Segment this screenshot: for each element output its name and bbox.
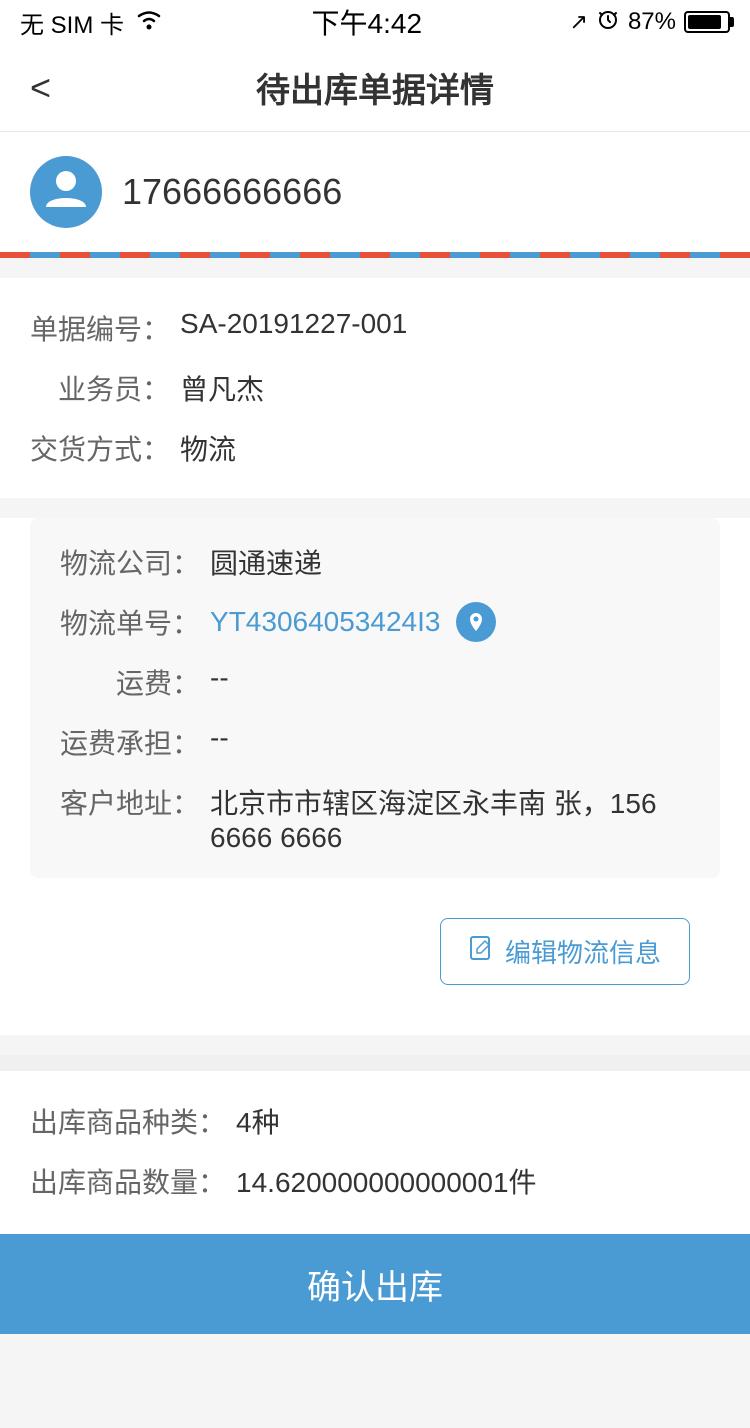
doc-number-label: 单据编号：	[30, 308, 170, 348]
confirm-button[interactable]: 确认出库	[307, 1260, 443, 1309]
tracking-number: YT43064053424I3	[210, 606, 440, 638]
person-icon	[44, 165, 88, 219]
freight-value: --	[210, 662, 690, 694]
user-header: 17666666666	[0, 132, 750, 252]
edit-logistics-btn-container: 编辑物流信息	[30, 898, 720, 1005]
logistics-section: 物流公司： 圆通速递 物流单号： YT43064053424I3	[0, 518, 750, 1035]
logistics-box: 物流公司： 圆通速递 物流单号： YT43064053424I3	[30, 518, 720, 878]
status-time: 下午4:42	[312, 2, 423, 42]
goods-quantity-row: 出库商品数量： 14.620000000000001件	[30, 1161, 720, 1201]
goods-type-label: 出库商品种类：	[30, 1101, 226, 1141]
address-label: 客户地址：	[60, 782, 200, 822]
freight-bear-label: 运费承担：	[60, 722, 200, 762]
address-value: 北京市市辖区海淀区永丰南 张，156 6666 6666	[210, 782, 690, 854]
freight-bear-row: 运费承担： --	[60, 722, 690, 762]
doc-number-row: 单据编号： SA-20191227-001	[30, 308, 720, 348]
status-bar: 无 SIM 卡 下午4:42 ↗ 87%	[0, 0, 750, 44]
staff-row: 业务员： 曾凡杰	[30, 368, 720, 408]
battery-percent-text: 87%	[628, 8, 676, 36]
user-phone: 17666666666	[122, 171, 342, 213]
document-info-section: 单据编号： SA-20191227-001 业务员： 曾凡杰 交货方式： 物流	[0, 278, 750, 498]
delivery-row: 交货方式： 物流	[30, 428, 720, 468]
goods-quantity-label: 出库商品数量：	[30, 1161, 226, 1201]
status-right: ↗ 87%	[570, 7, 730, 38]
battery-icon	[684, 11, 730, 33]
freight-label: 运费：	[60, 662, 200, 702]
dashed-divider	[0, 252, 750, 258]
goods-type-value: 4种	[236, 1101, 720, 1141]
goods-quantity-value: 14.620000000000001件	[236, 1161, 720, 1201]
tracking-label: 物流单号：	[60, 602, 200, 642]
freight-bear-value: --	[210, 722, 690, 754]
logistics-company-row: 物流公司： 圆通速递	[60, 542, 690, 582]
bottom-bar: 确认出库	[0, 1234, 750, 1334]
status-left: 无 SIM 卡	[20, 5, 164, 40]
freight-row: 运费： --	[60, 662, 690, 702]
staff-label: 业务员：	[30, 368, 170, 408]
tracking-row: 物流单号： YT43064053424I3	[60, 602, 690, 642]
delivery-value: 物流	[180, 428, 720, 468]
goods-info-section: 出库商品种类： 4种 出库商品数量： 14.620000000000001件	[0, 1071, 750, 1231]
edit-logistics-button[interactable]: 编辑物流信息	[440, 918, 690, 985]
back-button[interactable]: <	[30, 67, 51, 109]
location-arrow-icon: ↗	[570, 9, 588, 35]
logistics-company-value: 圆通速递	[210, 542, 690, 582]
avatar	[30, 156, 102, 228]
wifi-icon	[134, 8, 164, 37]
tracking-with-icon: YT43064053424I3	[210, 602, 690, 642]
page-title: 待出库单据详情	[256, 63, 494, 112]
edit-logistics-label: 编辑物流信息	[505, 933, 661, 970]
tracking-value: YT43064053424I3	[210, 602, 690, 642]
address-row: 客户地址： 北京市市辖区海淀区永丰南 张，156 6666 6666	[60, 782, 690, 854]
logistics-company-label: 物流公司：	[60, 542, 200, 582]
goods-type-row: 出库商品种类： 4种	[30, 1101, 720, 1141]
carrier-text: 无 SIM 卡	[20, 5, 124, 40]
nav-bar: < 待出库单据详情	[0, 44, 750, 132]
delivery-label: 交货方式：	[30, 428, 170, 468]
doc-number-value: SA-20191227-001	[180, 308, 720, 340]
edit-icon	[469, 935, 495, 968]
alarm-icon	[596, 7, 620, 38]
section-divider	[0, 1055, 750, 1071]
map-pin-icon[interactable]	[456, 602, 496, 642]
staff-value: 曾凡杰	[180, 368, 720, 408]
